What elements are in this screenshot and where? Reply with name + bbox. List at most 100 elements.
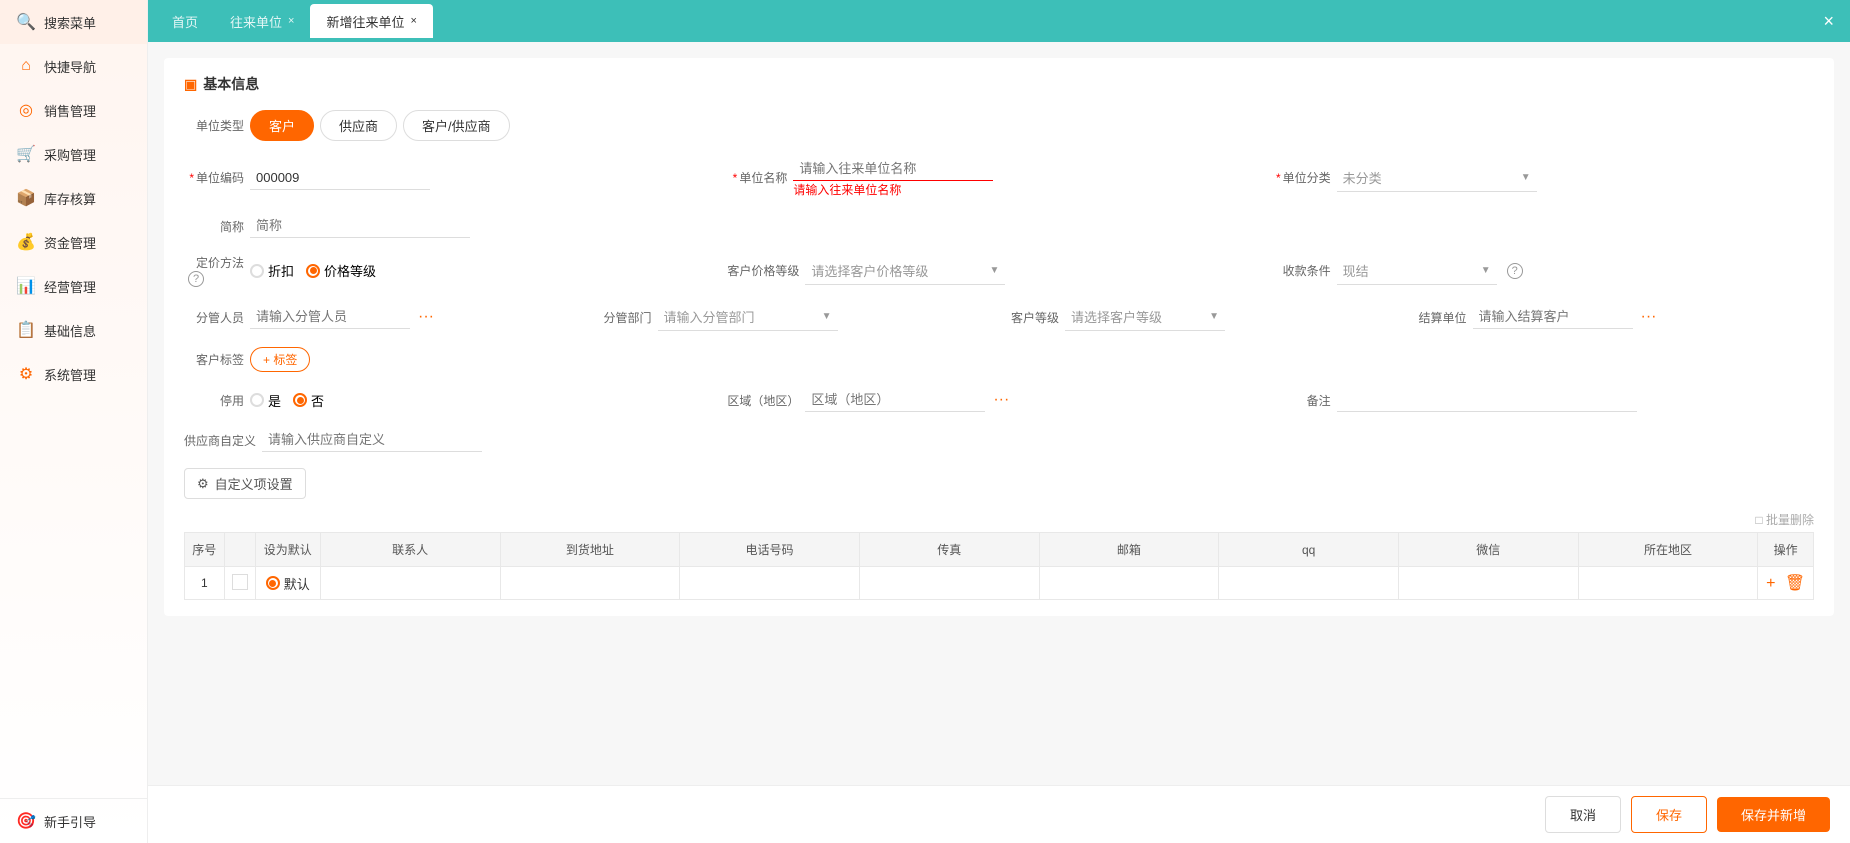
region-more-btn[interactable]: ··· [989, 391, 1013, 409]
region-input-table[interactable] [1585, 576, 1752, 590]
email-input[interactable] [1046, 576, 1213, 590]
payment-help-icon[interactable]: ? [1507, 263, 1523, 279]
sidebar-item-base-info[interactable]: 📋 基础信息 [0, 308, 147, 352]
save-button[interactable]: 保存 [1631, 796, 1707, 833]
phone-input[interactable] [686, 576, 853, 590]
disabled-no-option[interactable]: 否 [293, 391, 324, 410]
customer-price-level-select[interactable]: 请选择客户价格等级 ▼ [805, 257, 1005, 285]
address-input[interactable] [507, 576, 674, 590]
customer-price-level-value: 请选择客户价格等级 [811, 261, 928, 280]
settlement-more-btn[interactable]: ··· [1637, 308, 1661, 326]
unit-category-select[interactable]: 未分类 ▼ [1337, 164, 1537, 192]
remark-input[interactable] [1337, 388, 1637, 412]
customer-level-select[interactable]: 请选择客户等级 ▼ [1065, 303, 1225, 331]
unit-btn-supplier[interactable]: 供应商 [320, 110, 397, 141]
remark-group: 备注 [1271, 388, 1814, 412]
pricing-discount-option[interactable]: 折扣 [250, 261, 294, 280]
settlement-unit-label: 结算单位 [1407, 309, 1467, 326]
unit-code-group: *单位编码 [184, 166, 727, 190]
tags-group: 客户标签 + 标签 [184, 347, 1814, 372]
department-label: 分管部门 [592, 309, 652, 326]
window-close-button[interactable]: × [1815, 11, 1842, 32]
manager-input[interactable] [250, 305, 410, 329]
cell-check[interactable] [224, 567, 255, 600]
tab-home[interactable]: 首页 [156, 4, 214, 38]
supplier-custom-group: 供应商自定义 [184, 428, 1814, 452]
sidebar-item-base-info-label: 基础信息 [44, 321, 96, 340]
base-info-icon: 📋 [16, 320, 36, 340]
department-value: 请输入分管部门 [664, 307, 755, 326]
cell-address[interactable] [500, 567, 680, 600]
short-name-input[interactable] [250, 214, 470, 238]
row-add-button[interactable]: + [1766, 575, 1775, 592]
fax-input[interactable] [866, 576, 1033, 590]
unit-code-input[interactable] [250, 166, 430, 190]
payment-terms-select[interactable]: 现结 ▼ [1337, 257, 1497, 285]
cell-qq[interactable] [1219, 567, 1399, 600]
cell-default: 默认 [255, 567, 320, 600]
settlement-unit-input[interactable] [1473, 305, 1633, 329]
unit-category-chevron: ▼ [1521, 172, 1531, 183]
sidebar-item-quick-nav[interactable]: ⌂ 快捷导航 [0, 44, 147, 88]
sidebar-item-inventory[interactable]: 📦 库存核算 [0, 176, 147, 220]
settlement-unit-group: 结算单位 ··· [1407, 305, 1815, 329]
disabled-no-radio [293, 393, 307, 407]
department-group: 分管部门 请输入分管部门 ▼ [592, 303, 1000, 331]
cell-phone[interactable] [680, 567, 860, 600]
unit-btn-customer[interactable]: 客户 [250, 110, 314, 141]
col-checkbox [224, 533, 255, 567]
department-select[interactable]: 请输入分管部门 ▼ [658, 303, 838, 331]
row-delete-button[interactable]: 🗑 [1785, 575, 1805, 592]
manager-row: 分管人员 ··· 分管部门 请输入分管部门 ▼ 客户等级 [184, 303, 1814, 331]
cell-action: + 🗑 [1758, 567, 1814, 600]
tags-row: 客户标签 + 标签 [184, 347, 1814, 372]
tab-new-partner[interactable]: 新增往来单位 × [310, 4, 432, 38]
unit-name-input[interactable] [793, 157, 993, 181]
sidebar-item-search[interactable]: 🔍 搜索菜单 [0, 0, 147, 44]
cell-fax[interactable] [859, 567, 1039, 600]
cell-email[interactable] [1039, 567, 1219, 600]
short-name-row: 简称 [184, 214, 1814, 238]
manager-more-btn[interactable]: ··· [414, 308, 438, 326]
cell-wechat[interactable] [1398, 567, 1578, 600]
unit-type-buttons: 客户 供应商 客户/供应商 [250, 110, 510, 141]
cell-contact[interactable] [320, 567, 500, 600]
tab-new-partner-close[interactable]: × [410, 15, 416, 27]
tab-partners-close[interactable]: × [288, 15, 294, 27]
col-email: 邮箱 [1039, 533, 1219, 567]
cell-region[interactable] [1578, 567, 1758, 600]
supplier-custom-input[interactable] [262, 428, 482, 452]
add-tag-button[interactable]: + 标签 [250, 347, 310, 372]
pricing-level-option[interactable]: 价格等级 [306, 261, 376, 280]
contact-input[interactable] [327, 576, 494, 590]
batch-delete-button[interactable]: □ 批量删除 [1755, 513, 1814, 527]
col-phone: 电话号码 [680, 533, 860, 567]
save-new-button[interactable]: 保存并新增 [1717, 797, 1830, 832]
pricing-discount-radio [250, 264, 264, 278]
tab-partners[interactable]: 往来单位 × [214, 4, 310, 38]
disabled-yes-option[interactable]: 是 [250, 391, 281, 410]
sidebar-item-sales[interactable]: ◎ 销售管理 [0, 88, 147, 132]
sidebar-item-purchase[interactable]: 🛒 采购管理 [0, 132, 147, 176]
cancel-button[interactable]: 取消 [1545, 796, 1621, 833]
qq-input[interactable] [1225, 576, 1392, 590]
col-action: 操作 [1758, 533, 1814, 567]
add-tag-label: + 标签 [263, 351, 297, 368]
disabled-region-row: 停用 是 否 区域（地区） [184, 388, 1814, 412]
region-input[interactable] [805, 388, 985, 412]
customer-level-group: 客户等级 请选择客户等级 ▼ [999, 303, 1407, 331]
sidebar-item-finance-label: 资金管理 [44, 233, 96, 252]
pricing-help-icon[interactable]: ? [188, 271, 204, 287]
sidebar-item-finance[interactable]: 💰 资金管理 [0, 220, 147, 264]
wechat-input[interactable] [1405, 576, 1572, 590]
sidebar-item-operations[interactable]: 📊 经营管理 [0, 264, 147, 308]
unit-btn-both[interactable]: 客户/供应商 [403, 110, 510, 141]
customer-price-level-label: 客户价格等级 [727, 262, 799, 279]
sidebar-item-guide[interactable]: 🎯 新手引导 [0, 799, 147, 843]
row-default-radio[interactable] [266, 576, 280, 590]
main-area: 首页 往来单位 × 新增往来单位 × × ▣ 基本信息 单位类型 客户 [148, 0, 1850, 843]
region-label: 区域（地区） [727, 392, 799, 409]
custom-settings-button[interactable]: ⚙ 自定义项设置 [184, 468, 306, 499]
unit-category-value: 未分类 [1343, 168, 1382, 187]
sidebar-item-system[interactable]: ⚙ 系统管理 [0, 352, 147, 396]
